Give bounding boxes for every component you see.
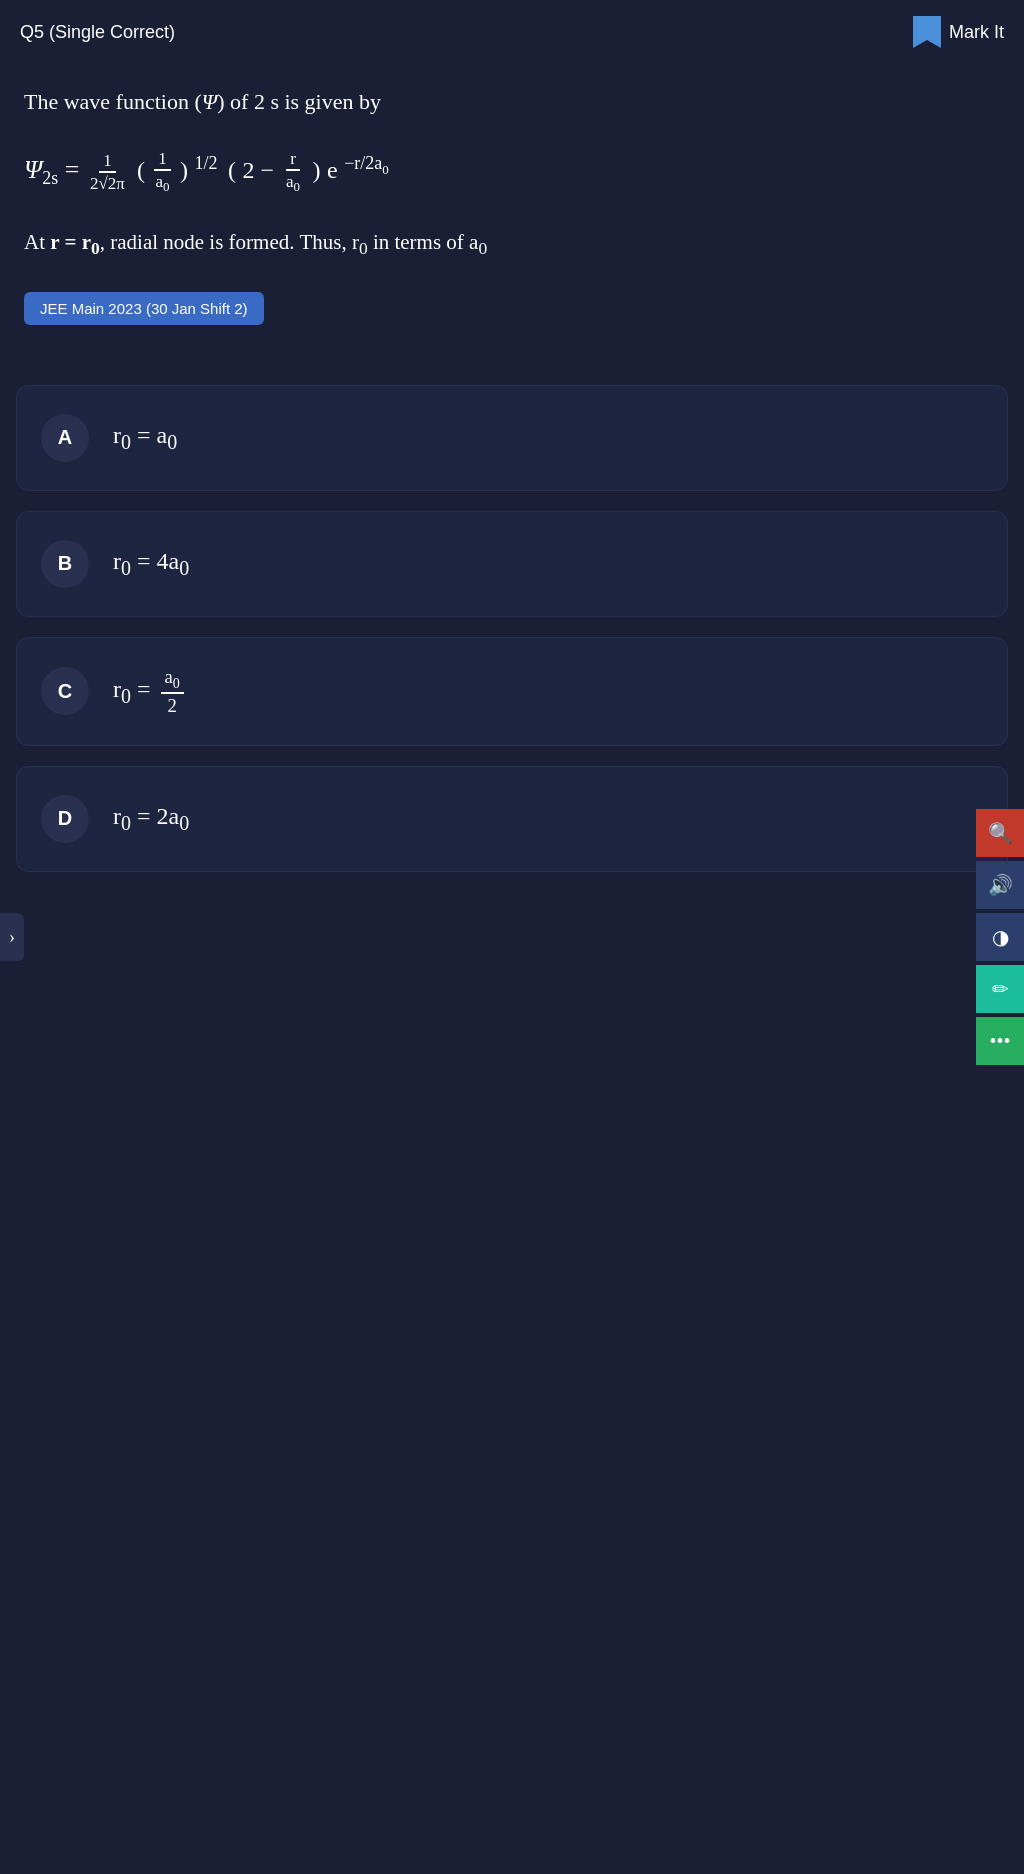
option-b-content: r0 = 4a0 (113, 548, 189, 580)
question-text: The wave function (Ψ) of 2 s is given by (24, 84, 1000, 119)
pencil-icon: ✏ (992, 977, 1009, 1001)
option-c[interactable]: C r0 = a0 2 (16, 637, 1008, 746)
question-body: The wave function (Ψ) of 2 s is given by… (0, 64, 1024, 385)
option-b[interactable]: B r0 = 4a0 (16, 511, 1008, 617)
audio-toolbar-button[interactable]: 🔊 (976, 861, 1024, 909)
theme-toolbar-button[interactable]: ◑ (976, 913, 1024, 961)
search-icon: 🔍 (988, 821, 1013, 845)
left-arrow-button[interactable]: › (0, 913, 24, 961)
mark-it-button[interactable]: Mark It (913, 16, 1004, 48)
option-d-content: r0 = 2a0 (113, 803, 189, 835)
question-label: Q5 (Single Correct) (20, 22, 175, 43)
options-container: A r0 = a0 B r0 = 4a0 C r0 = a0 2 D r0 = … (0, 385, 1024, 872)
option-a[interactable]: A r0 = a0 (16, 385, 1008, 491)
bookmark-icon (913, 16, 941, 48)
option-a-letter: A (41, 414, 89, 462)
mark-it-label: Mark It (949, 22, 1004, 43)
search-toolbar-button[interactable]: 🔍 (976, 809, 1024, 857)
theme-icon: ◑ (992, 925, 1009, 949)
option-a-content: r0 = a0 (113, 422, 177, 454)
additional-text: At r = r0, radial node is formed. Thus, … (24, 226, 1000, 262)
exam-tag[interactable]: JEE Main 2023 (30 Jan Shift 2) (24, 292, 264, 325)
more-icon: ••• (989, 1030, 1010, 1053)
option-b-letter: B (41, 540, 89, 588)
header: Q5 (Single Correct) Mark It (0, 0, 1024, 64)
option-c-content: r0 = a0 2 (113, 666, 184, 717)
side-toolbar: 🔍 🔊 ◑ ✏ ••• (976, 809, 1024, 1065)
audio-icon: 🔊 (988, 873, 1013, 897)
option-c-letter: C (41, 667, 89, 715)
option-d-letter: D (41, 795, 89, 843)
formula-container: Ψ2s = 1 2√2π ​ ( 1 a0 ) 1/2 ( 2 − r a0 )… (24, 149, 1000, 195)
more-toolbar-button[interactable]: ••• (976, 1017, 1024, 1065)
option-d[interactable]: D r0 = 2a0 (16, 766, 1008, 872)
pencil-toolbar-button[interactable]: ✏ (976, 965, 1024, 1013)
